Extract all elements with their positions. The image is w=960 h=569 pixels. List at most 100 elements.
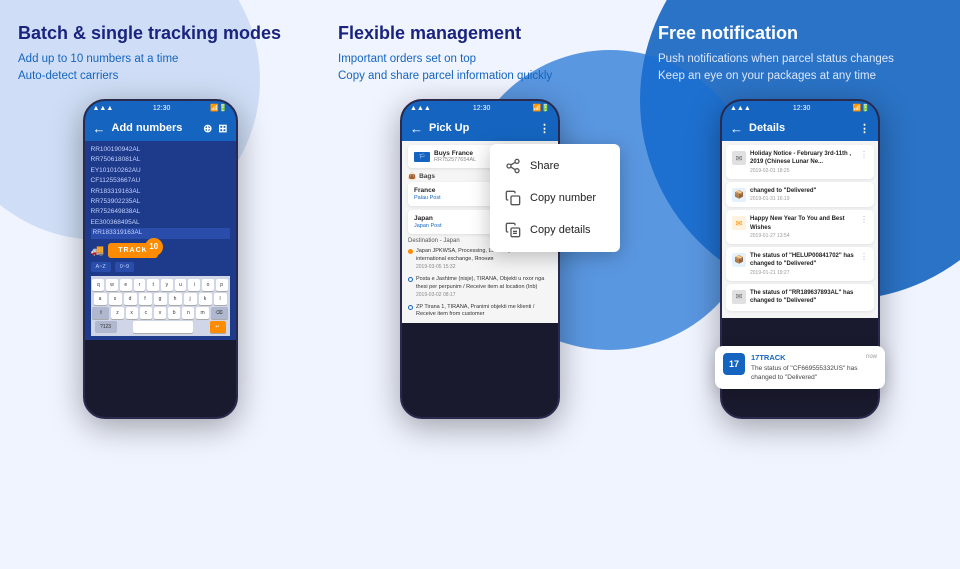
col2-title: Flexible management (338, 22, 622, 45)
notif-3[interactable]: ✉ Happy New Year To You and Best Wishes … (726, 210, 874, 244)
key-w[interactable]: w (106, 279, 118, 291)
kb-row1: q w e r t y u i o p (93, 279, 228, 291)
kb-row2: a s d f g h j k l (93, 293, 228, 305)
key-b[interactable]: b (168, 307, 180, 319)
back-arrow-icon3[interactable]: ← (730, 121, 743, 136)
key-n[interactable]: n (182, 307, 194, 319)
phone1-icon1[interactable]: ⊕ (203, 122, 212, 135)
key-u[interactable]: u (175, 279, 187, 291)
key-a[interactable]: a (94, 293, 107, 305)
phone2-wrapper: ▲▲▲ 12:30 📶🔋 ← Pick Up ⋮ 🏳 Buys Franc (400, 99, 560, 419)
key-i[interactable]: i (188, 279, 200, 291)
copy-number-icon (504, 189, 522, 207)
notif-dots-4[interactable]: ⋮ (860, 252, 868, 261)
col2-desc-line2: Copy and share parcel information quickl… (338, 68, 622, 85)
sort-az-button[interactable]: A~Z (91, 262, 111, 272)
phone3-time: 12:30 (793, 105, 811, 112)
carrier-france-name: France (414, 187, 435, 194)
phone1-sortbar: A~Z 0~9 (91, 262, 230, 272)
notif-icon-4: 📦 (732, 253, 746, 267)
kb-row3: ⇧ z x c v b n m ⌫ (93, 307, 228, 319)
phone1: ▲▲▲ 12:30 📶🔋 ← Add numbers ⊕ ⊞ RR1001909… (83, 99, 238, 419)
tl-time-2: 2019-03-02 08:17 (416, 291, 552, 300)
key-k[interactable]: k (199, 293, 212, 305)
col-free-notification: Free notification Push notifications whe… (640, 0, 960, 569)
phone1-numbers: RR100190942AL RR750618081AL EY101010262A… (91, 145, 230, 239)
notif-dots-3[interactable]: ⋮ (860, 215, 868, 224)
context-share[interactable]: Share (490, 150, 620, 182)
notif-5[interactable]: ✉ The status of "RR189637893AL" has chan… (726, 284, 874, 311)
phone2-header: ← Pick Up ⋮ (402, 115, 558, 141)
key-e[interactable]: e (120, 279, 132, 291)
col1-desc-line2: Auto-detect carriers (18, 68, 302, 85)
share-icon (504, 157, 522, 175)
timeline: Japan JPKWSA, Processing, Left the place… (408, 248, 552, 319)
phone3-menu-icon[interactable]: ⋮ (859, 122, 870, 135)
notif-dots-1[interactable]: ⋮ (860, 150, 868, 159)
notif-time-1: 2019-02-01 18:25 (750, 168, 854, 174)
parcel-flag: 🏳 (414, 152, 430, 162)
key-num[interactable]: ?123 (95, 321, 117, 333)
key-r[interactable]: r (134, 279, 146, 291)
context-copy-number[interactable]: Copy number (490, 182, 620, 214)
key-shift[interactable]: ⇧ (92, 307, 109, 319)
key-d[interactable]: d (124, 293, 137, 305)
key-f[interactable]: f (139, 293, 152, 305)
col3-title: Free notification (658, 22, 942, 45)
timeline-item-3: ZP Tirana 1, TIRANA, Pranimi objekti me … (408, 304, 552, 319)
notif-icon-3: ✉ (732, 216, 746, 230)
key-delete[interactable]: ⌫ (211, 307, 228, 319)
col1-text: Batch & single tracking modes Add up to … (18, 22, 302, 85)
timeline-item-2: Posta e Jashtme (nisje), TIRANA, Objekti… (408, 276, 552, 300)
phone1-icon2[interactable]: ⊞ (218, 122, 227, 135)
key-x[interactable]: x (126, 307, 138, 319)
key-t[interactable]: t (147, 279, 159, 291)
tl-text-3: ZP Tirana 1, TIRANA, Pranimi objekti me … (416, 304, 552, 319)
notif-time-2: 2019-01-31 16:19 (750, 196, 868, 202)
key-z[interactable]: z (111, 307, 123, 319)
key-q[interactable]: q (92, 279, 104, 291)
phone1-status: ▲▲▲ 12:30 📶🔋 (85, 101, 236, 115)
sort-num-button[interactable]: 0~9 (115, 262, 134, 272)
col3-desc-line2: Keep an eye on your packages at any time (658, 68, 942, 85)
col2-desc-line1: Important orders set on top (338, 51, 622, 68)
key-h[interactable]: h (169, 293, 182, 305)
notif-time-4: 2019-01-21 19:27 (750, 270, 854, 276)
phone2-menu-icon[interactable]: ⋮ (539, 122, 550, 135)
col1-title: Batch & single tracking modes (18, 22, 302, 45)
notif-title-4: The status of "HELUP00841702" has change… (750, 252, 854, 269)
notif-1[interactable]: ✉ Holiday Notice - February 3rd-11th , 2… (726, 145, 874, 179)
key-m[interactable]: m (196, 307, 208, 319)
back-arrow-icon[interactable]: ← (93, 121, 106, 136)
notif-title-1: Holiday Notice - February 3rd-11th , 201… (750, 150, 854, 167)
notif-title-2: changed to "Delivered" (750, 187, 868, 195)
key-o[interactable]: o (202, 279, 214, 291)
phone3-status: ▲▲▲ 12:30 📶🔋 (722, 101, 878, 115)
phone1-header: ← Add numbers ⊕ ⊞ (85, 115, 236, 141)
key-c[interactable]: c (140, 307, 152, 319)
phone2-header-title: Pick Up (429, 122, 469, 134)
phone3-header-title: Details (749, 122, 785, 134)
notif-4[interactable]: 📦 The status of "HELUP00841702" has chan… (726, 247, 874, 281)
key-j[interactable]: j (184, 293, 197, 305)
key-l[interactable]: l (214, 293, 227, 305)
key-space[interactable] (133, 321, 193, 333)
back-arrow-icon2[interactable]: ← (410, 121, 423, 136)
context-menu: Share Copy number Copy details (490, 144, 620, 252)
tl-dot-3 (408, 305, 413, 310)
carrier-japan-post: Japan Post (414, 223, 442, 229)
key-y[interactable]: y (161, 279, 173, 291)
notif-icon-2: 📦 (732, 188, 746, 202)
phone1-time: 12:30 (153, 105, 171, 112)
carrier-japan-name: Japan (414, 215, 433, 222)
col1-desc-line1: Add up to 10 numbers at a time (18, 51, 302, 68)
key-s[interactable]: s (109, 293, 122, 305)
col3-desc-line1: Push notifications when parcel status ch… (658, 51, 942, 68)
key-p[interactable]: p (216, 279, 228, 291)
context-copy-details[interactable]: Copy details (490, 214, 620, 246)
notif-icon-1: ✉ (732, 151, 746, 165)
key-enter[interactable]: ↵ (210, 321, 226, 333)
key-v[interactable]: v (154, 307, 166, 319)
key-g[interactable]: g (154, 293, 167, 305)
notif-2[interactable]: 📦 changed to "Delivered" 2019-01-31 16:1… (726, 182, 874, 207)
